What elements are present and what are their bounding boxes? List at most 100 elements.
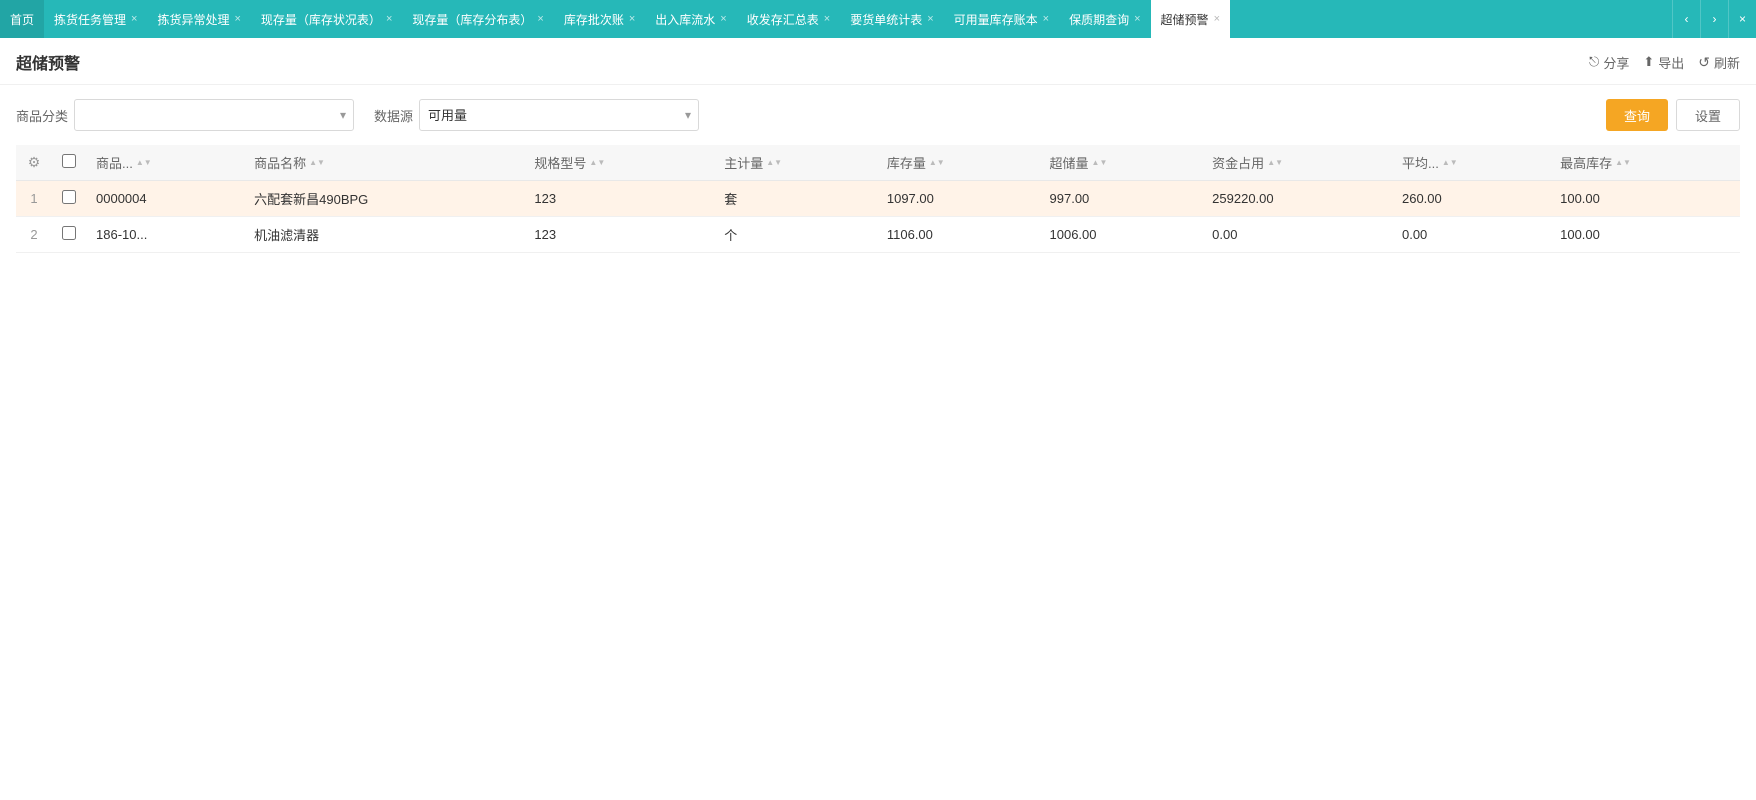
row-unit-1: 套 [714,181,877,217]
nav-close-batch[interactable]: × [629,13,635,25]
nav-close-flow[interactable]: × [720,13,726,25]
category-filter: 商品分类 [16,99,354,131]
row-capital-1: 259220.00 [1202,181,1392,217]
nav-label-stock-status: 现存量（库存状况表） [261,11,381,28]
sort-spec[interactable]: ▲▼ [589,159,605,167]
table-container: ⚙ 商品... ▲▼ 商品名称 ▲▼ [0,145,1756,253]
nav-close-stock-dist[interactable]: × [537,13,543,25]
th-spec: 规格型号 ▲▼ [524,145,714,181]
category-label: 商品分类 [16,106,68,125]
share-button[interactable]: ⎋ 分享 [1589,53,1629,72]
nav-close-summary[interactable]: × [824,13,830,25]
top-nav: 首页 拣货任务管理 × 拣货异常处理 × 现存量（库存状况表） × 现存量（库存… [0,0,1756,38]
nav-label-avail-stock: 可用量库存账本 [954,11,1038,28]
nav-close-overflow[interactable]: × [1214,13,1220,25]
nav-item-avail-stock[interactable]: 可用量库存账本 × [944,0,1059,38]
th-product-name: 商品名称 ▲▼ [244,145,524,181]
row-checkbox-1 [52,181,86,217]
row-capital-2: 0.00 [1202,217,1392,253]
sort-stock[interactable]: ▲▼ [929,159,945,167]
row-num-1: 1 [16,181,52,217]
nav-close-expiry[interactable]: × [1134,13,1140,25]
datasource-filter: 数据源 可用量 库存量 [374,99,699,131]
row-stock-1: 1097.00 [877,181,1040,217]
nav-label-expiry: 保质期查询 [1069,11,1129,28]
nav-label-abnormal: 拣货异常处理 [157,11,229,28]
export-button[interactable]: ⬆ 导出 [1643,53,1684,72]
nav-close-abnormal[interactable]: × [234,13,240,25]
filter-bar: 商品分类 数据源 可用量 库存量 查询 设置 [0,85,1756,145]
nav-close-stock-status[interactable]: × [386,13,392,25]
nav-item-flow[interactable]: 出入库流水 × [645,0,736,38]
sort-product-code[interactable]: ▲▼ [136,159,152,167]
datasource-select[interactable]: 可用量 库存量 [419,99,699,131]
row-avg-1: 260.00 [1392,181,1550,217]
share-icon: ⎋ [1589,54,1599,70]
row-select-1[interactable] [62,190,76,204]
nav-label-batch: 库存批次账 [564,11,624,28]
refresh-label: 刷新 [1714,53,1740,72]
nav-label-summary: 收发存汇总表 [747,11,819,28]
sort-capital[interactable]: ▲▼ [1267,159,1283,167]
nav-item-stock-status[interactable]: 现存量（库存状况表） × [251,0,402,38]
nav-item-batch[interactable]: 库存批次账 × [554,0,645,38]
th-gear: ⚙ [16,145,52,181]
row-checkbox-2 [52,217,86,253]
row-spec-1: 123 [524,181,714,217]
row-num-2: 2 [16,217,52,253]
sort-overflow[interactable]: ▲▼ [1092,159,1108,167]
table-header: ⚙ 商品... ▲▼ 商品名称 ▲▼ [16,145,1740,181]
sort-avg[interactable]: ▲▼ [1442,159,1458,167]
row-overflow-1: 997.00 [1040,181,1203,217]
category-select[interactable] [74,99,354,131]
nav-item-abnormal[interactable]: 拣货异常处理 × [147,0,250,38]
nav-prev-btn[interactable]: ‹ [1672,0,1700,38]
nav-item-stock-dist[interactable]: 现存量（库存分布表） × [402,0,553,38]
column-settings-icon[interactable]: ⚙ [28,154,41,170]
nav-item-task[interactable]: 拣货任务管理 × [44,0,147,38]
nav-item-summary[interactable]: 收发存汇总表 × [737,0,840,38]
nav-arrows: ‹ › × [1672,0,1756,38]
th-stock: 库存量 ▲▼ [877,145,1040,181]
row-name-2: 机油滤清器 [244,217,524,253]
nav-label-order-stats: 要货单统计表 [850,11,922,28]
sort-product-name[interactable]: ▲▼ [309,159,325,167]
nav-close-avail-stock[interactable]: × [1043,13,1049,25]
th-max-stock: 最高库存 ▲▼ [1550,145,1740,181]
nav-close-task[interactable]: × [131,13,137,25]
row-stock-2: 1106.00 [877,217,1040,253]
row-max-stock-1: 100.00 [1550,181,1740,217]
export-label: 导出 [1658,53,1684,72]
row-max-stock-2: 100.00 [1550,217,1740,253]
select-all-checkbox[interactable] [62,154,76,168]
nav-item-home[interactable]: 首页 [0,0,44,38]
nav-label-home: 首页 [10,11,34,28]
nav-label-overflow: 超储预警 [1161,11,1209,28]
th-unit: 主计量 ▲▼ [714,145,877,181]
page-title: 超储预警 [16,50,80,74]
refresh-icon: ↺ [1698,54,1710,71]
nav-item-order-stats[interactable]: 要货单统计表 × [840,0,943,38]
row-code-1: 0000004 [86,181,244,217]
table-row: 2 186-10... 机油滤清器 123 个 [16,217,1740,253]
nav-item-overflow[interactable]: 超储预警 × [1151,0,1230,38]
query-button[interactable]: 查询 [1606,99,1668,131]
nav-label-stock-dist: 现存量（库存分布表） [412,11,532,28]
nav-label-task: 拣货任务管理 [54,11,126,28]
table-row: 1 0000004 六配套新昌490BPG 123 套 [16,181,1740,217]
filter-actions: 查询 设置 [1606,99,1740,131]
settings-button[interactable]: 设置 [1676,99,1740,131]
nav-next-btn[interactable]: › [1700,0,1728,38]
nav-more-btn[interactable]: × [1728,0,1756,38]
nav-close-order-stats[interactable]: × [927,13,933,25]
row-overflow-2: 1006.00 [1040,217,1203,253]
nav-item-expiry[interactable]: 保质期查询 × [1059,0,1150,38]
row-select-2[interactable] [62,226,76,240]
row-code-2: 186-10... [86,217,244,253]
refresh-button[interactable]: ↺ 刷新 [1698,53,1740,72]
share-label: 分享 [1603,53,1629,72]
sort-max-stock[interactable]: ▲▼ [1615,159,1631,167]
sort-unit[interactable]: ▲▼ [766,159,782,167]
export-icon: ⬆ [1643,54,1654,70]
th-checkbox [52,145,86,181]
